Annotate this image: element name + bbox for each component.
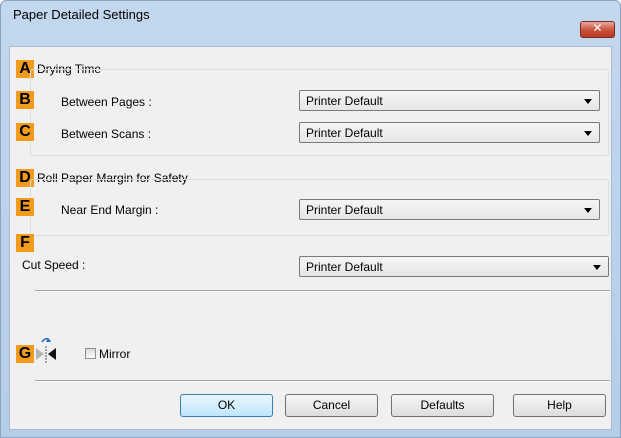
- chevron-down-icon: [584, 131, 592, 136]
- help-button[interactable]: Help: [513, 394, 606, 417]
- cut-speed-select[interactable]: Printer Default: [299, 256, 609, 277]
- callout-badge-b: B: [16, 91, 34, 109]
- defaults-button[interactable]: Defaults: [391, 394, 494, 417]
- between-scans-label: Between Scans :: [61, 127, 152, 141]
- cut-speed-label: Cut Speed :: [22, 258, 86, 272]
- callout-badge-f: F: [16, 234, 34, 252]
- between-scans-value: Printer Default: [306, 126, 383, 140]
- between-pages-label: Between Pages :: [61, 95, 152, 109]
- between-scans-select[interactable]: Printer Default: [299, 122, 600, 143]
- callout-badge-c: C: [16, 123, 34, 141]
- callout-badge-e: E: [16, 198, 34, 216]
- ok-button[interactable]: OK: [180, 394, 273, 417]
- chevron-down-icon: [593, 265, 601, 270]
- mirror-icon: [35, 335, 57, 365]
- close-button[interactable]: ✕: [580, 21, 615, 38]
- cancel-button[interactable]: Cancel: [285, 394, 378, 417]
- separator: [35, 290, 610, 292]
- mirror-checkbox[interactable]: [85, 348, 96, 359]
- between-pages-select[interactable]: Printer Default: [299, 90, 600, 111]
- dialog-title: Paper Detailed Settings: [13, 7, 150, 22]
- mirror-label[interactable]: Mirror: [99, 347, 130, 361]
- dialog-window: Paper Detailed Settings ✕ A Drying Time …: [0, 0, 621, 438]
- dialog-client-area: A Drying Time B Between Pages : Printer …: [9, 46, 612, 430]
- cut-speed-value: Printer Default: [306, 260, 383, 274]
- near-end-margin-label: Near End Margin :: [61, 203, 159, 217]
- chevron-down-icon: [584, 208, 592, 213]
- separator: [35, 380, 610, 382]
- close-icon: ✕: [592, 21, 603, 35]
- between-pages-value: Printer Default: [306, 94, 383, 108]
- near-end-margin-select[interactable]: Printer Default: [299, 199, 600, 220]
- title-bar: Paper Detailed Settings: [1, 1, 620, 29]
- chevron-down-icon: [584, 99, 592, 104]
- near-end-margin-value: Printer Default: [306, 203, 383, 217]
- callout-badge-g: G: [16, 345, 34, 363]
